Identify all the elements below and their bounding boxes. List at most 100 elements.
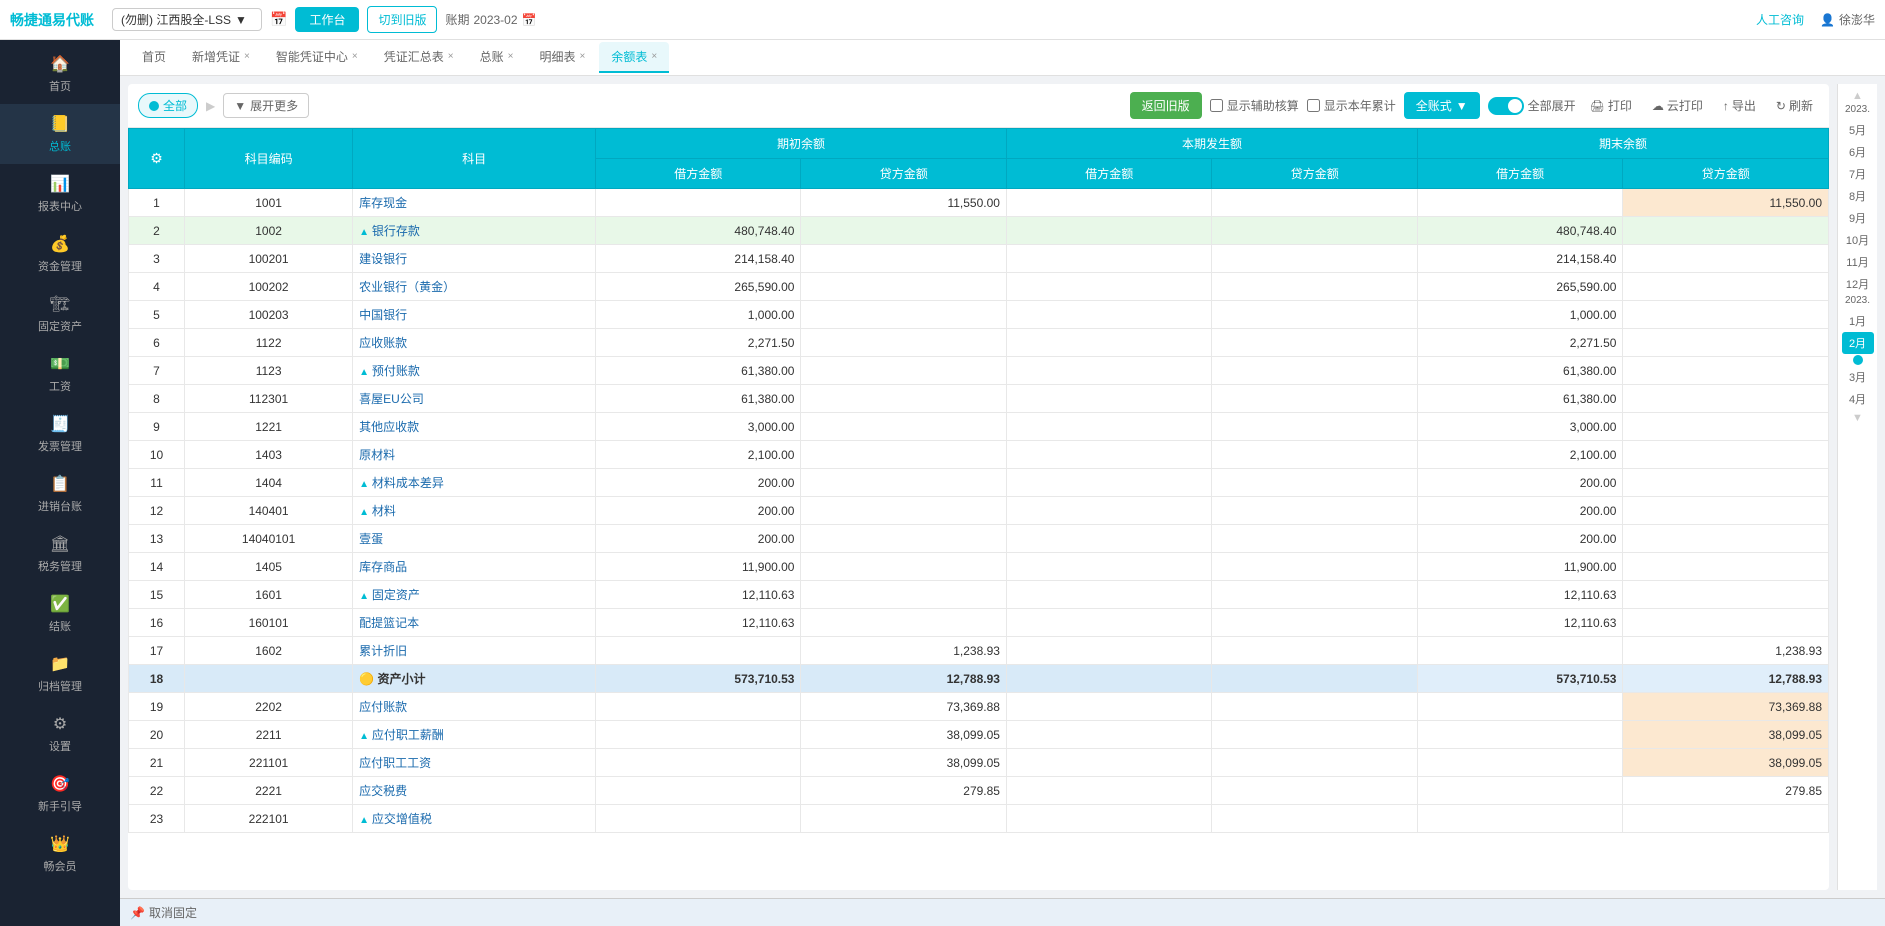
check-ytd-input[interactable] bbox=[1307, 99, 1320, 112]
sidebar-item-sales[interactable]: 📋 进销台账 bbox=[0, 464, 120, 524]
cloud-print-button[interactable]: ☁ 云打印 bbox=[1646, 94, 1709, 117]
export-button[interactable]: ↑ 导出 bbox=[1717, 94, 1762, 117]
calendar-month-9[interactable]: 9月 bbox=[1842, 207, 1874, 229]
row-code[interactable]: 1403 bbox=[185, 441, 353, 469]
row-name-link[interactable]: 应交增值税 bbox=[372, 812, 432, 826]
tab-close-voucher-summary[interactable]: × bbox=[448, 51, 454, 62]
row-name-link[interactable]: 中国银行 bbox=[359, 308, 407, 322]
calendar-month-4[interactable]: 4月 bbox=[1842, 388, 1874, 410]
row-code[interactable]: 14040101 bbox=[185, 525, 353, 553]
tab-voucher-summary[interactable]: 凭证汇总表 × bbox=[372, 42, 466, 73]
tab-ledger[interactable]: 总账 × bbox=[468, 42, 526, 73]
row-code[interactable]: 1601 bbox=[185, 581, 353, 609]
check-assist-label[interactable]: 显示辅助核算 bbox=[1210, 97, 1299, 114]
row-name-link[interactable]: 农业银行（黄金） bbox=[359, 280, 455, 294]
row-name-link[interactable]: 应付账款 bbox=[359, 700, 407, 714]
row-code[interactable]: 1404 bbox=[185, 469, 353, 497]
row-code[interactable]: 1221 bbox=[185, 413, 353, 441]
calendar-month-7[interactable]: 7月 bbox=[1842, 163, 1874, 185]
row-code[interactable]: 100201 bbox=[185, 245, 353, 273]
calendar-up-arrow[interactable]: ▲ bbox=[1850, 88, 1865, 104]
filter-all-button[interactable]: 全部 bbox=[138, 93, 198, 118]
tab-balance[interactable]: 余额表 × bbox=[599, 42, 669, 73]
expand-all-toggle[interactable]: 全部展开 bbox=[1488, 97, 1576, 115]
calendar-month-8[interactable]: 8月 bbox=[1842, 185, 1874, 207]
row-code[interactable]: 2202 bbox=[185, 693, 353, 721]
sidebar-item-invoice[interactable]: 🧾 发票管理 bbox=[0, 404, 120, 464]
calendar-month-2[interactable]: 2月 bbox=[1842, 332, 1874, 354]
row-code[interactable]: 100202 bbox=[185, 273, 353, 301]
row-code[interactable]: 1405 bbox=[185, 553, 353, 581]
sidebar-item-archive[interactable]: 📁 归档管理 bbox=[0, 644, 120, 704]
consult-link[interactable]: 人工咨询 bbox=[1756, 11, 1804, 28]
row-code[interactable]: 1001 bbox=[185, 189, 353, 217]
sidebar-item-payroll[interactable]: 💵 工资 bbox=[0, 344, 120, 404]
sidebar-item-ledger[interactable]: 📒 总账 bbox=[0, 104, 120, 164]
row-name-link[interactable]: 壹蛋 bbox=[359, 532, 383, 546]
switch-version-button[interactable]: 切到旧版 bbox=[367, 6, 437, 33]
row-name-link[interactable]: 固定资产 bbox=[372, 588, 420, 602]
row-name-link[interactable]: 喜屋EU公司 bbox=[359, 392, 424, 406]
tab-home[interactable]: 首页 bbox=[130, 42, 178, 73]
workbench-button[interactable]: 工作台 bbox=[295, 7, 359, 32]
unpin-button[interactable]: 📌 取消固定 bbox=[130, 904, 197, 921]
row-name-link[interactable]: 累计折旧 bbox=[359, 644, 407, 658]
calendar-month-10[interactable]: 10月 bbox=[1842, 229, 1874, 251]
company-selector[interactable]: (勿删) 江西股全-LSS ▼ bbox=[112, 8, 262, 31]
check-assist-input[interactable] bbox=[1210, 99, 1223, 112]
row-name-link[interactable]: 配提篮记本 bbox=[359, 616, 419, 630]
tab-detail[interactable]: 明细表 × bbox=[527, 42, 597, 73]
calendar-month-6[interactable]: 6月 bbox=[1842, 141, 1874, 163]
sidebar-item-reports[interactable]: 📊 报表中心 bbox=[0, 164, 120, 224]
row-name-link[interactable]: 预付账款 bbox=[372, 364, 420, 378]
row-code[interactable]: 160101 bbox=[185, 609, 353, 637]
calendar-month-11[interactable]: 11月 bbox=[1842, 251, 1874, 273]
row-code[interactable]: 140401 bbox=[185, 497, 353, 525]
format-button[interactable]: 全账式 ▼ bbox=[1404, 92, 1480, 119]
row-name-link[interactable]: 库存商品 bbox=[359, 560, 407, 574]
row-code[interactable]: 2211 bbox=[185, 721, 353, 749]
row-name-link[interactable]: 应付职工工资 bbox=[359, 756, 431, 770]
row-name-link[interactable]: 应付职工薪酬 bbox=[372, 728, 444, 742]
calendar-month-3[interactable]: 3月 bbox=[1842, 366, 1874, 388]
toggle-switch[interactable] bbox=[1488, 97, 1524, 115]
row-name-link[interactable]: 应收账款 bbox=[359, 336, 407, 350]
row-name-link[interactable]: 材料 bbox=[372, 504, 396, 518]
row-name-link[interactable]: 库存现金 bbox=[359, 196, 407, 210]
sidebar-item-close[interactable]: ✅ 结账 bbox=[0, 584, 120, 644]
tab-close-balance[interactable]: × bbox=[651, 51, 657, 62]
row-code[interactable]: 2221 bbox=[185, 777, 353, 805]
expand-more-button[interactable]: ▼ 展开更多 bbox=[223, 93, 309, 118]
row-code[interactable]: 221101 bbox=[185, 749, 353, 777]
row-name-link[interactable]: 材料成本差异 bbox=[372, 476, 444, 490]
sidebar-item-tax[interactable]: 🏛 税务管理 bbox=[0, 524, 120, 584]
row-name-link[interactable]: 建设银行 bbox=[359, 252, 407, 266]
row-name-link[interactable]: 原材料 bbox=[359, 448, 395, 462]
refresh-button[interactable]: ↻ 刷新 bbox=[1770, 94, 1819, 117]
sidebar-item-home[interactable]: 🏠 首页 bbox=[0, 44, 120, 104]
tab-new-voucher[interactable]: 新增凭证 × bbox=[180, 42, 262, 73]
print-button[interactable]: 🖨 打印 bbox=[1584, 94, 1638, 117]
calendar-down-arrow[interactable]: ▼ bbox=[1850, 410, 1865, 426]
row-code[interactable]: 222101 bbox=[185, 805, 353, 833]
sidebar-item-assets[interactable]: 🏗 固定资产 bbox=[0, 284, 120, 344]
tab-smart-voucher[interactable]: 智能凭证中心 × bbox=[264, 42, 370, 73]
sidebar-item-member[interactable]: 👑 畅会员 bbox=[0, 824, 120, 884]
row-name-link[interactable]: 银行存款 bbox=[372, 224, 420, 238]
check-ytd-label[interactable]: 显示本年累计 bbox=[1307, 97, 1396, 114]
calendar-icon[interactable]: 📅 bbox=[270, 11, 287, 28]
tab-close-ledger[interactable]: × bbox=[508, 51, 514, 62]
sidebar-item-funds[interactable]: 💰 资金管理 bbox=[0, 224, 120, 284]
row-name-link[interactable]: 其他应收款 bbox=[359, 420, 419, 434]
calendar-month-12[interactable]: 12月 bbox=[1842, 273, 1874, 295]
tab-close-smart-voucher[interactable]: × bbox=[352, 51, 358, 62]
tab-close-new-voucher[interactable]: × bbox=[244, 51, 250, 62]
row-code[interactable]: 100203 bbox=[185, 301, 353, 329]
sidebar-item-guide[interactable]: 🎯 新手引导 bbox=[0, 764, 120, 824]
row-code[interactable]: 1123 bbox=[185, 357, 353, 385]
calendar-month-5[interactable]: 5月 bbox=[1842, 119, 1874, 141]
tab-close-detail[interactable]: × bbox=[579, 51, 585, 62]
row-code[interactable]: 1122 bbox=[185, 329, 353, 357]
row-code[interactable]: 1602 bbox=[185, 637, 353, 665]
calendar-month-1[interactable]: 1月 bbox=[1842, 310, 1874, 332]
